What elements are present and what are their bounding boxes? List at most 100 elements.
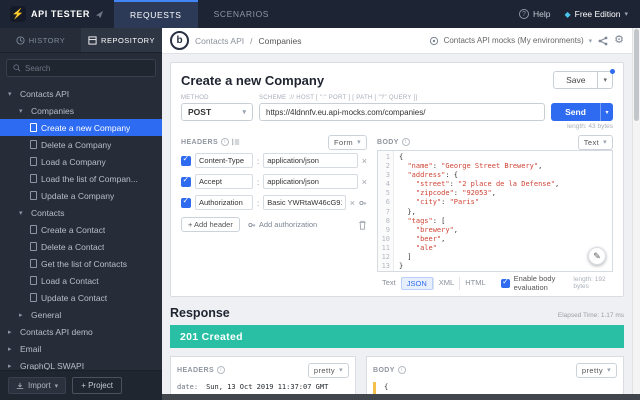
header-value-input[interactable] <box>263 174 358 189</box>
tree-item-contacts[interactable]: ▾ Contacts <box>0 204 162 221</box>
edition-menu[interactable]: ◆ Free Edition ▾ <box>564 9 628 19</box>
format-tab-text[interactable]: Text <box>377 277 401 290</box>
response-headers-mode-select[interactable]: pretty ▾ <box>307 362 349 378</box>
code-line: "brewery", <box>415 225 459 234</box>
tree-item-label: Create a new Company <box>41 122 131 133</box>
gem-icon: ◆ <box>564 9 571 19</box>
header-name-input[interactable] <box>195 174 253 189</box>
import-label: Import <box>28 381 51 390</box>
evaluation-checkbox[interactable] <box>500 277 510 288</box>
chevron-down-icon: ▾ <box>357 139 361 146</box>
tree-item-companies[interactable]: ▾ Companies <box>0 102 162 119</box>
headers-mode-select[interactable]: Form ▾ <box>327 134 367 150</box>
body-mode-select[interactable]: Text ▾ <box>577 134 613 150</box>
add-project-button[interactable]: + Project <box>72 377 122 394</box>
tree-item-delete-a-contact[interactable]: Delete a Contact <box>0 238 162 255</box>
header-enabled-checkbox[interactable] <box>181 196 191 208</box>
tree-item-general[interactable]: ▸ General <box>0 306 162 323</box>
key-icon <box>248 221 256 229</box>
search-input[interactable] <box>25 63 149 73</box>
format-tab-html[interactable]: HTML <box>459 276 490 290</box>
header-name-input[interactable] <box>195 195 253 210</box>
response-body-mode-label: pretty <box>581 365 604 375</box>
trash-icon[interactable] <box>358 220 367 230</box>
key-icon[interactable] <box>359 199 367 207</box>
response-body-content: { "id": "8e8cedd0-ad98-11e6-bf2e-47644ad… <box>373 382 617 394</box>
help-button[interactable]: Help <box>519 9 550 19</box>
response-body-mode-select[interactable]: pretty ▾ <box>575 362 617 378</box>
colon-separator <box>257 177 259 187</box>
tab-repository[interactable]: REPOSITORY <box>81 28 162 52</box>
editor-code[interactable]: { "name": "George Street Brewery", "addr… <box>394 151 612 271</box>
remove-header-icon[interactable]: × <box>362 156 367 166</box>
add-authorization-button[interactable]: Add authorization <box>248 220 317 229</box>
tab-history[interactable]: HISTORY <box>0 28 81 52</box>
document-icon <box>30 157 37 166</box>
tree-item-label: Update a Contact <box>41 292 108 303</box>
tab-scenarios[interactable]: SCENARIOS <box>198 0 285 28</box>
line-number: 8 <box>385 216 390 225</box>
line-number: 13 <box>381 262 390 271</box>
settings-gear-icon[interactable]: ⚙ <box>614 35 624 46</box>
tab-requests[interactable]: REQUESTS <box>114 0 198 28</box>
tree-item-create-a-new-company[interactable]: Create a new Company <box>0 119 162 136</box>
body-editor[interactable]: 1 2 3 4 5 6 7 8 9 10 11 12 13 { "name": "George Stre… <box>377 150 613 272</box>
url-input[interactable] <box>259 103 545 121</box>
send-button[interactable]: Send ▾ <box>551 103 613 121</box>
bottom-edge <box>162 394 640 400</box>
body-evaluation-toggle[interactable]: Enable body evaluation <box>500 274 574 292</box>
workspace-logo[interactable]: b <box>170 31 189 50</box>
edit-pencil-button[interactable]: ✎ <box>588 247 606 265</box>
tree-item-graphql-swapi[interactable]: ▸ GraphQL SWAPI <box>0 357 162 371</box>
import-button[interactable]: Import ▾ <box>8 377 67 394</box>
header-value-input[interactable] <box>263 153 358 168</box>
breadcrumb-section[interactable]: Companies <box>259 36 302 46</box>
document-icon <box>30 293 37 302</box>
line-number: 10 <box>381 234 390 243</box>
bulk-edit-icon[interactable] <box>232 138 240 146</box>
add-header-button[interactable]: + Add header <box>181 217 240 232</box>
tree-item-update-a-contact[interactable]: Update a Contact <box>0 289 162 306</box>
header-name-input[interactable] <box>195 153 253 168</box>
tree-item-load-a-contact[interactable]: Load a Contact <box>0 272 162 289</box>
app-title: API TESTER <box>31 9 91 19</box>
tree-item-contacts-api[interactable]: ▾ Contacts API <box>0 85 162 102</box>
clock-icon <box>16 35 25 45</box>
response-header-value: Sun, 13 Oct 2019 11:37:07 GMT <box>206 383 329 391</box>
tree-item-label: Companies <box>31 105 74 116</box>
tree-item-load-the-list-of-compan-[interactable]: Load the list of Compan... <box>0 170 162 187</box>
remove-header-icon[interactable]: × <box>362 177 367 187</box>
tab-history-label: HISTORY <box>28 35 66 45</box>
app-logo: ⚡ API TESTER <box>0 0 114 28</box>
headers-rows: × × × <box>181 150 367 213</box>
header-value-input[interactable] <box>263 195 346 210</box>
method-select[interactable]: POST ▾ <box>181 103 253 121</box>
tree-item-delete-a-company[interactable]: Delete a Company <box>0 136 162 153</box>
notification-dot <box>610 69 615 74</box>
caret-right-icon: ▸ <box>8 345 12 353</box>
breadcrumb-project[interactable]: Contacts API <box>195 36 244 46</box>
tree-item-update-a-company[interactable]: Update a Company <box>0 187 162 204</box>
header-enabled-checkbox[interactable] <box>181 154 191 166</box>
format-tab-xml[interactable]: XML <box>432 276 459 290</box>
tree-item-create-a-contact[interactable]: Create a Contact <box>0 221 162 238</box>
code-line: }, <box>399 207 416 216</box>
code-line: "city": "Paris" <box>415 198 480 207</box>
target-icon <box>429 36 439 46</box>
tree-item-contacts-api-demo[interactable]: ▸ Contacts API demo <box>0 323 162 340</box>
tree-item-email[interactable]: ▸ Email <box>0 340 162 357</box>
response-headers-panel: HEADERS pretty ▾ date: Sun, 13 Oct 2019 1… <box>170 356 356 394</box>
scrollbar-thumb[interactable] <box>634 29 639 121</box>
tree-item-get-the-list-of-contacts[interactable]: Get the list of Contacts <box>0 255 162 272</box>
save-button[interactable]: Save <box>553 71 599 89</box>
environment-selector[interactable]: Contacts API mocks (My environments) ▾ <box>429 36 592 46</box>
caret-right-icon: ▸ <box>8 362 12 370</box>
remove-header-icon[interactable]: × <box>350 198 355 208</box>
tree-item-load-a-company[interactable]: Load a Company <box>0 153 162 170</box>
share-icon[interactable] <box>598 36 608 46</box>
line-number: 7 <box>385 207 390 216</box>
header-enabled-checkbox[interactable] <box>181 175 191 187</box>
vertical-scrollbar[interactable] <box>632 28 640 394</box>
search-icon <box>13 64 21 72</box>
format-tab-json[interactable]: JSON <box>400 276 433 290</box>
